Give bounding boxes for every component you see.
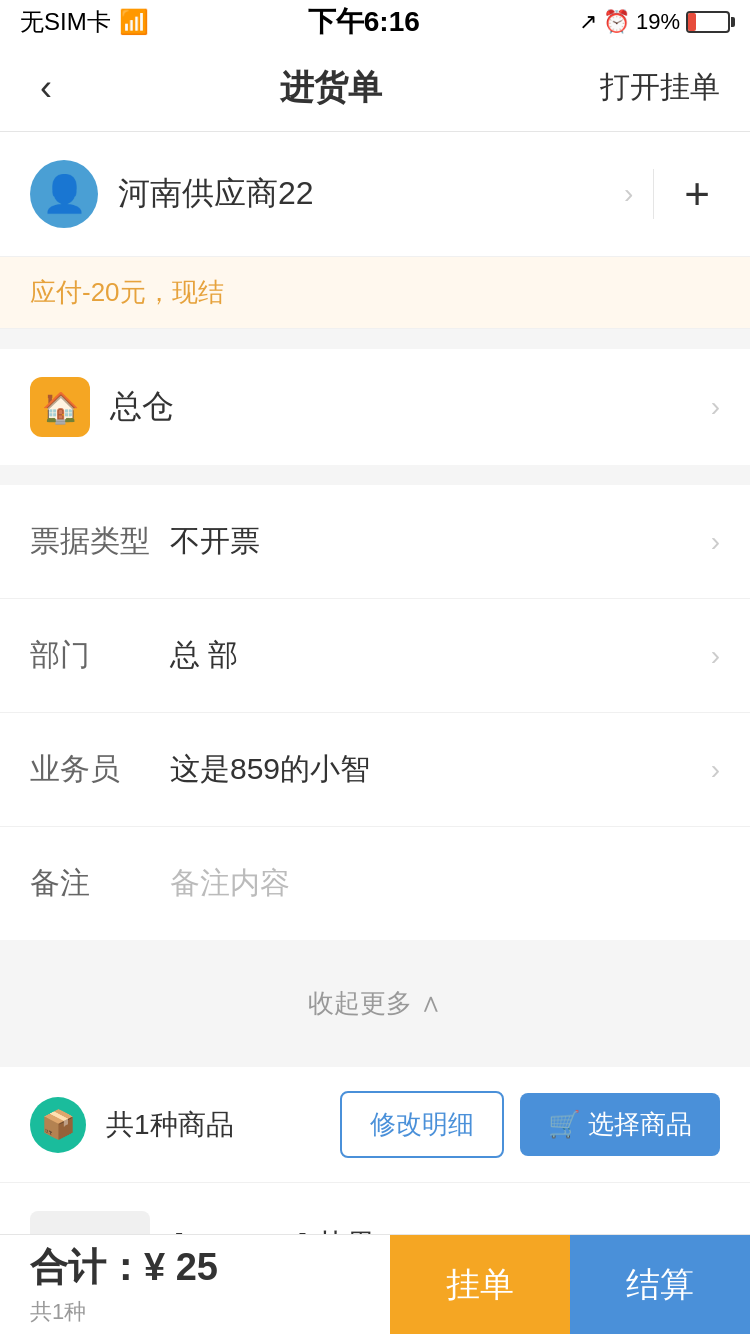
vertical-divider bbox=[653, 169, 654, 219]
page-title: 进货单 bbox=[280, 65, 382, 111]
total-sub-label: 共1种 bbox=[30, 1297, 360, 1327]
invoice-type-value: 不开票 bbox=[170, 521, 711, 562]
battery-label: 19% bbox=[636, 9, 680, 35]
bottom-bar: 合计：¥ 25 共1种 挂单 结算 bbox=[0, 1234, 750, 1334]
avatar-icon: 👤 bbox=[42, 173, 87, 215]
location-icon: ↗ bbox=[579, 9, 597, 35]
supplier-row[interactable]: 👤 河南供应商22 › + bbox=[0, 132, 750, 257]
invoice-type-label: 票据类型 bbox=[30, 521, 170, 562]
total-amount: 合计：¥ 25 bbox=[30, 1242, 360, 1293]
carrier-label: 无SIM卡 bbox=[20, 6, 111, 38]
status-right: ↗ ⏰ 19% bbox=[579, 9, 730, 35]
chevron-right-icon: › bbox=[711, 391, 720, 423]
warehouse-icon: 🏠 bbox=[30, 377, 90, 437]
total-value: ¥ 25 bbox=[144, 1246, 218, 1288]
salesperson-row[interactable]: 业务员 这是859的小智 › bbox=[0, 713, 750, 827]
select-product-button[interactable]: 🛒 选择商品 bbox=[520, 1093, 720, 1156]
chevron-right-icon: › bbox=[711, 640, 720, 672]
department-value: 总 部 bbox=[170, 635, 711, 676]
open-pending-button[interactable]: 打开挂单 bbox=[600, 67, 720, 108]
total-section: 合计：¥ 25 共1种 bbox=[0, 1235, 390, 1334]
collapse-button[interactable]: 收起更多 ∧ bbox=[0, 960, 750, 1047]
supplier-section: 👤 河南供应商22 › + 应付-20元，现结 bbox=[0, 132, 750, 329]
products-count: 共1种商品 bbox=[106, 1106, 340, 1144]
battery-icon bbox=[686, 11, 730, 33]
edit-detail-button[interactable]: 修改明细 bbox=[340, 1091, 504, 1158]
home-icon: 🏠 bbox=[42, 390, 79, 425]
status-left: 无SIM卡 📶 bbox=[20, 6, 149, 38]
supplier-name: 河南供应商22 bbox=[118, 172, 624, 216]
supplier-avatar: 👤 bbox=[30, 160, 98, 228]
warehouse-name: 总仓 bbox=[110, 385, 711, 429]
alarm-icon: ⏰ bbox=[603, 9, 630, 35]
hang-order-button[interactable]: 挂单 bbox=[390, 1235, 570, 1334]
checkout-button[interactable]: 结算 bbox=[570, 1235, 750, 1334]
time-label: 下午6:16 bbox=[308, 3, 420, 41]
chevron-right-icon: › bbox=[624, 178, 633, 210]
package-icon: 📦 bbox=[41, 1108, 76, 1141]
invoice-type-row[interactable]: 票据类型 不开票 › bbox=[0, 485, 750, 599]
back-button[interactable]: ‹ bbox=[30, 57, 62, 119]
department-row[interactable]: 部门 总 部 › bbox=[0, 599, 750, 713]
total-label: 合计： bbox=[30, 1246, 144, 1288]
select-product-label: 选择商品 bbox=[588, 1107, 692, 1142]
add-supplier-button[interactable]: + bbox=[674, 164, 720, 224]
salesperson-label: 业务员 bbox=[30, 749, 170, 790]
products-icon: 📦 bbox=[30, 1097, 86, 1153]
cart-icon: 🛒 bbox=[548, 1109, 580, 1140]
products-header: 📦 共1种商品 修改明细 🛒 选择商品 bbox=[0, 1067, 750, 1183]
warehouse-section[interactable]: 🏠 总仓 › bbox=[0, 349, 750, 465]
salesperson-value: 这是859的小智 bbox=[170, 749, 711, 790]
info-banner: 应付-20元，现结 bbox=[0, 257, 750, 329]
remark-row[interactable]: 备注 备注内容 bbox=[0, 827, 750, 940]
remark-input[interactable]: 备注内容 bbox=[170, 863, 720, 904]
form-section: 票据类型 不开票 › 部门 总 部 › 业务员 这是859的小智 › 备注 备注… bbox=[0, 485, 750, 940]
chevron-right-icon: › bbox=[711, 526, 720, 558]
department-label: 部门 bbox=[30, 635, 170, 676]
status-bar: 无SIM卡 📶 下午6:16 ↗ ⏰ 19% bbox=[0, 0, 750, 44]
remark-label: 备注 bbox=[30, 863, 170, 904]
nav-bar: ‹ 进货单 打开挂单 bbox=[0, 44, 750, 132]
chevron-right-icon: › bbox=[711, 754, 720, 786]
wifi-icon: 📶 bbox=[119, 8, 149, 36]
warehouse-row[interactable]: 🏠 总仓 › bbox=[0, 349, 750, 465]
